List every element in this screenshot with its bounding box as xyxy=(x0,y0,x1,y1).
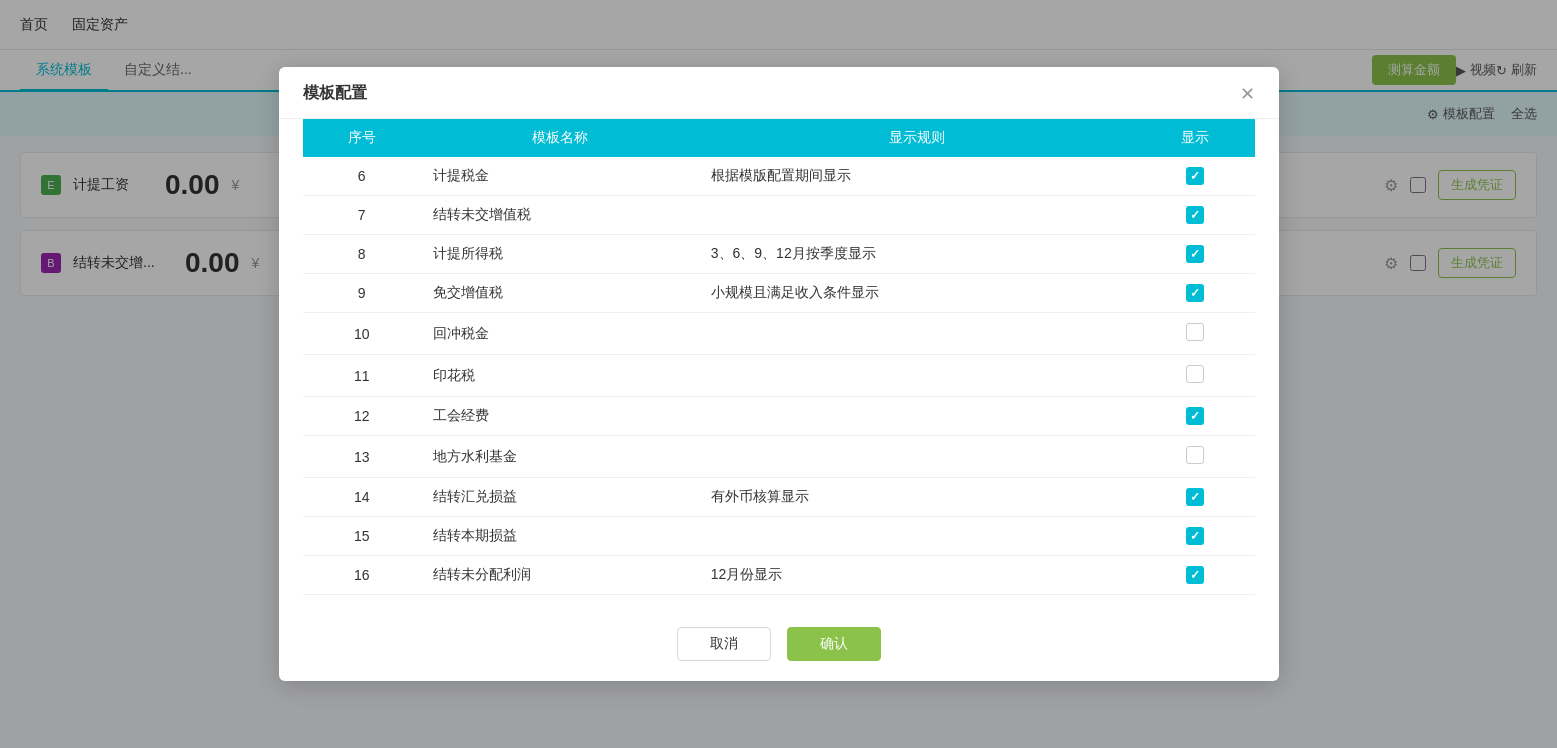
modal-footer: 取消 确认 xyxy=(279,611,1279,681)
config-table: 序号 模板名称 显示规则 显示 6计提税金根据模版配置期间显示7结转未交增值税8… xyxy=(303,119,1255,595)
checkbox-unchecked[interactable] xyxy=(1186,323,1204,341)
cell-rule: 小规模且满足收入条件显示 xyxy=(699,274,1136,313)
cell-id: 10 xyxy=(303,313,421,355)
cell-id: 15 xyxy=(303,517,421,556)
col-header-name: 模板名称 xyxy=(421,119,699,157)
cell-rule xyxy=(699,397,1136,436)
cell-checkbox[interactable] xyxy=(1136,274,1254,313)
cell-id: 8 xyxy=(303,235,421,274)
checkbox-checked[interactable] xyxy=(1186,527,1204,545)
cell-id: 13 xyxy=(303,436,421,478)
cell-name: 计提所得税 xyxy=(421,235,699,274)
modal-close-button[interactable]: ✕ xyxy=(1240,85,1255,103)
col-header-rule: 显示规则 xyxy=(699,119,1136,157)
checkbox-checked[interactable] xyxy=(1186,284,1204,302)
cell-id: 7 xyxy=(303,196,421,235)
col-header-id: 序号 xyxy=(303,119,421,157)
cell-rule xyxy=(699,517,1136,556)
cell-checkbox[interactable] xyxy=(1136,517,1254,556)
table-row: 13地方水利基金 xyxy=(303,436,1255,478)
cell-rule xyxy=(699,436,1136,478)
cell-id: 12 xyxy=(303,397,421,436)
table-row: 15结转本期损益 xyxy=(303,517,1255,556)
modal-body: 序号 模板名称 显示规则 显示 6计提税金根据模版配置期间显示7结转未交增值税8… xyxy=(279,119,1279,611)
table-row: 10回冲税金 xyxy=(303,313,1255,355)
checkbox-checked[interactable] xyxy=(1186,407,1204,425)
cell-checkbox[interactable] xyxy=(1136,196,1254,235)
cell-checkbox[interactable] xyxy=(1136,478,1254,517)
cell-rule xyxy=(699,355,1136,397)
table-row: 11印花税 xyxy=(303,355,1255,397)
cell-name: 工会经费 xyxy=(421,397,699,436)
cell-checkbox[interactable] xyxy=(1136,397,1254,436)
table-row: 9免交增值税小规模且满足收入条件显示 xyxy=(303,274,1255,313)
table-row: 8计提所得税3、6、9、12月按季度显示 xyxy=(303,235,1255,274)
table-row: 6计提税金根据模版配置期间显示 xyxy=(303,157,1255,196)
cell-checkbox[interactable] xyxy=(1136,313,1254,355)
cell-rule: 12月份显示 xyxy=(699,556,1136,595)
cell-id: 6 xyxy=(303,157,421,196)
cell-checkbox[interactable] xyxy=(1136,157,1254,196)
table-row: 7结转未交增值税 xyxy=(303,196,1255,235)
cell-name: 结转未分配利润 xyxy=(421,556,699,595)
cell-id: 14 xyxy=(303,478,421,517)
cell-checkbox[interactable] xyxy=(1136,235,1254,274)
table-header: 序号 模板名称 显示规则 显示 xyxy=(303,119,1255,157)
cell-name: 结转未交增值税 xyxy=(421,196,699,235)
cell-checkbox[interactable] xyxy=(1136,556,1254,595)
table-row: 12工会经费 xyxy=(303,397,1255,436)
cell-name: 回冲税金 xyxy=(421,313,699,355)
cancel-button[interactable]: 取消 xyxy=(677,627,771,661)
cell-checkbox[interactable] xyxy=(1136,355,1254,397)
cell-name: 计提税金 xyxy=(421,157,699,196)
checkbox-checked[interactable] xyxy=(1186,488,1204,506)
checkbox-checked[interactable] xyxy=(1186,206,1204,224)
cell-rule: 根据模版配置期间显示 xyxy=(699,157,1136,196)
modal-title: 模板配置 xyxy=(303,83,367,104)
confirm-button[interactable]: 确认 xyxy=(787,627,881,661)
cell-rule: 3、6、9、12月按季度显示 xyxy=(699,235,1136,274)
cell-name: 免交增值税 xyxy=(421,274,699,313)
cell-id: 16 xyxy=(303,556,421,595)
cell-name: 结转汇兑损益 xyxy=(421,478,699,517)
table-row: 14结转汇兑损益有外币核算显示 xyxy=(303,478,1255,517)
checkbox-unchecked[interactable] xyxy=(1186,365,1204,383)
cell-checkbox[interactable] xyxy=(1136,436,1254,478)
cell-rule xyxy=(699,196,1136,235)
template-config-modal: 模板配置 ✕ 序号 模板名称 显示规则 显示 6计提税金根据模版配置期间显示7结… xyxy=(279,67,1279,681)
table-row: 16结转未分配利润12月份显示 xyxy=(303,556,1255,595)
cell-name: 地方水利基金 xyxy=(421,436,699,478)
cell-id: 11 xyxy=(303,355,421,397)
table-body: 6计提税金根据模版配置期间显示7结转未交增值税8计提所得税3、6、9、12月按季… xyxy=(303,157,1255,595)
cell-name: 结转本期损益 xyxy=(421,517,699,556)
col-header-show: 显示 xyxy=(1136,119,1254,157)
checkbox-checked[interactable] xyxy=(1186,566,1204,584)
checkbox-checked[interactable] xyxy=(1186,167,1204,185)
modal-overlay: 模板配置 ✕ 序号 模板名称 显示规则 显示 6计提税金根据模版配置期间显示7结… xyxy=(0,0,1557,748)
cell-rule xyxy=(699,313,1136,355)
cell-rule: 有外币核算显示 xyxy=(699,478,1136,517)
cell-name: 印花税 xyxy=(421,355,699,397)
modal-header: 模板配置 ✕ xyxy=(279,67,1279,119)
cell-id: 9 xyxy=(303,274,421,313)
checkbox-checked[interactable] xyxy=(1186,245,1204,263)
checkbox-unchecked[interactable] xyxy=(1186,446,1204,464)
